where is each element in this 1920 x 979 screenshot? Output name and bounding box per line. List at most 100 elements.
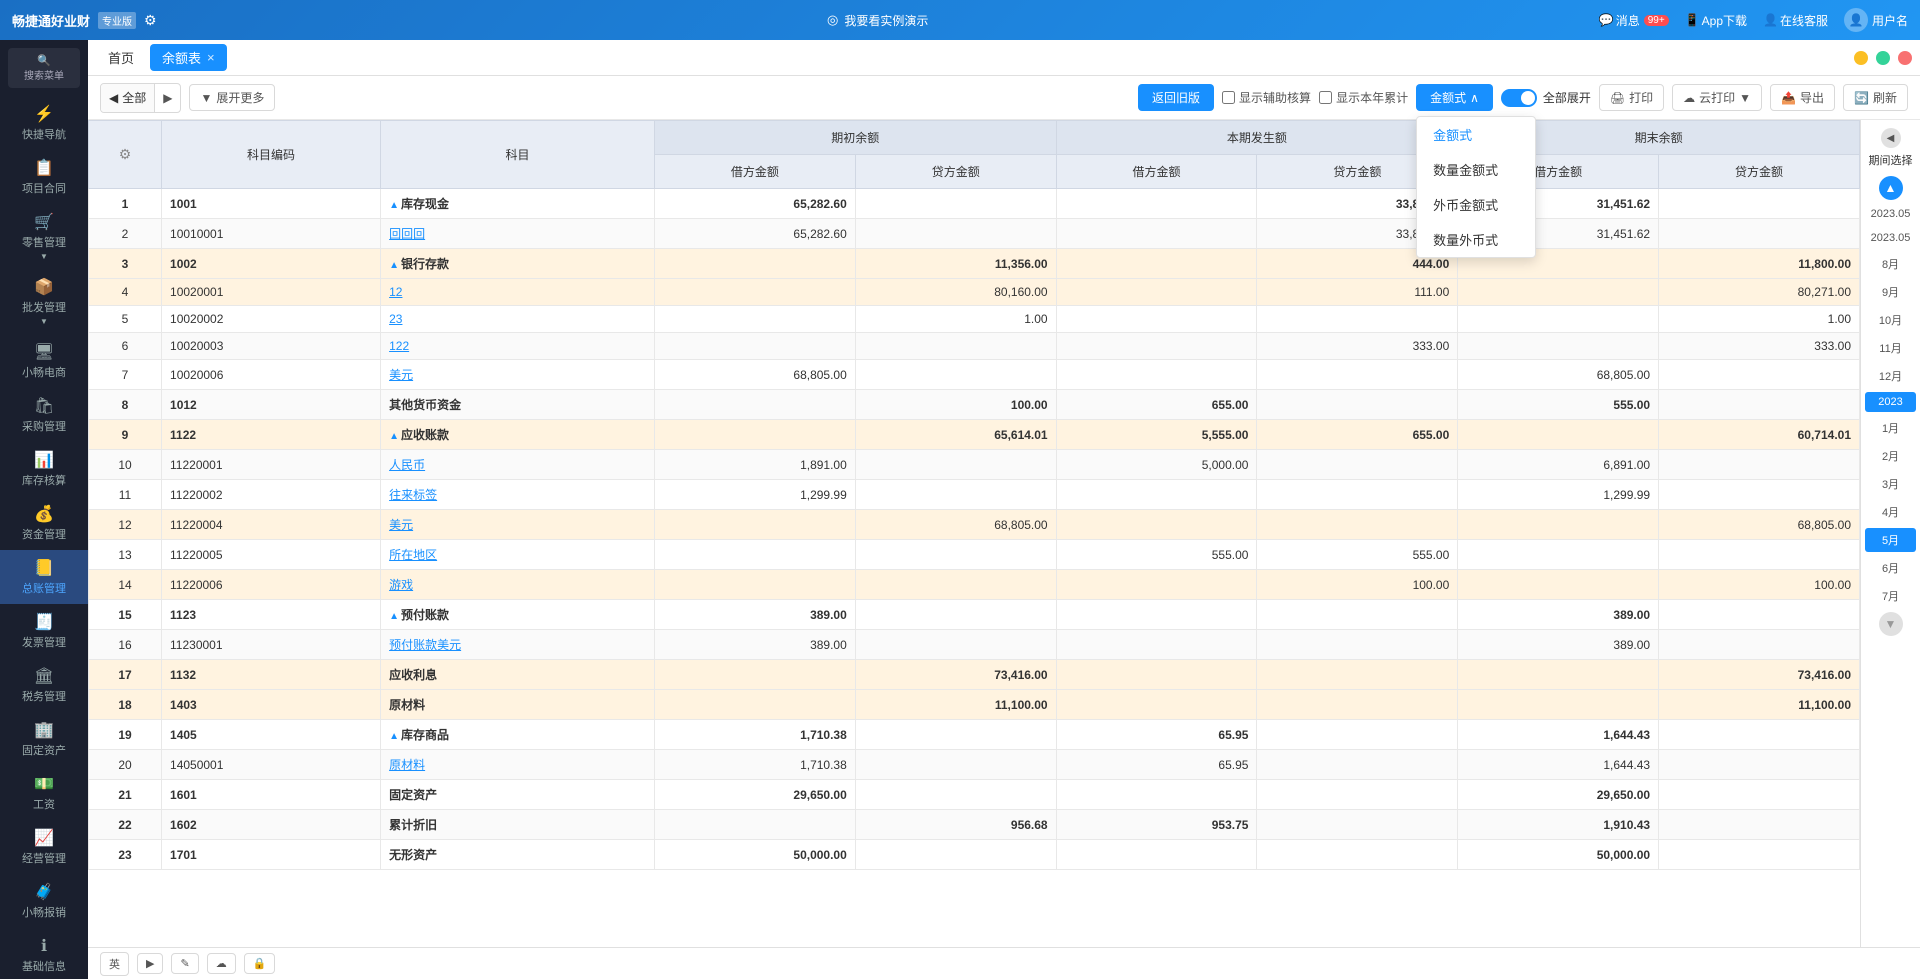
table-row[interactable]: 15 1123 ▲预付账款 389.00 389.00: [89, 600, 1860, 630]
table-row[interactable]: 21 1601 固定资产 29,650.00 29,650.00: [89, 780, 1860, 810]
bottom-cloud-button[interactable]: ☁: [207, 953, 236, 974]
expand-more-button[interactable]: ▼ 展开更多: [189, 84, 275, 111]
cell-name[interactable]: 应收利息: [381, 660, 655, 690]
sidebar-item-wholesale[interactable]: 📦 批发管理 ▼: [0, 269, 88, 334]
table-row[interactable]: 9 1122 ▲应收账款 65,614.01 5,555.00 655.00 6…: [89, 420, 1860, 450]
cloud-print-button[interactable]: ☁ 云打印 ▼: [1672, 84, 1762, 111]
sidebar-item-retail[interactable]: 🛒 零售管理 ▼: [0, 204, 88, 269]
cell-name[interactable]: 所在地区: [381, 540, 655, 570]
sidebar-search[interactable]: 🔍 搜索菜单: [8, 48, 80, 88]
table-row[interactable]: 14 11220006 游戏 100.00 100.00: [89, 570, 1860, 600]
cell-name[interactable]: 固定资产: [381, 780, 655, 810]
tab-balance-sheet[interactable]: 余额表 ×: [150, 44, 227, 71]
cell-name[interactable]: 回回回: [381, 219, 655, 249]
cell-name[interactable]: 23: [381, 306, 655, 333]
bottom-lang-button[interactable]: 英: [100, 952, 129, 976]
month-8[interactable]: 8月: [1865, 252, 1916, 276]
sidebar-item-quick-nav[interactable]: ⚡ 快捷导航: [0, 96, 88, 150]
table-row[interactable]: 11 11220002 往来标签 1,299.99 1,299.99: [89, 480, 1860, 510]
month-4[interactable]: 4月: [1865, 500, 1916, 524]
table-row[interactable]: 18 1403 原材料 11,100.00 11,100.00: [89, 690, 1860, 720]
sidebar-item-base-info[interactable]: ℹ 基础信息: [0, 928, 88, 979]
sidebar-item-tax[interactable]: 🏛 税务管理: [0, 658, 88, 712]
table-row[interactable]: 4 10020001 12 80,160.00 111.00 80,271.00: [89, 279, 1860, 306]
month-9[interactable]: 9月: [1865, 280, 1916, 304]
cell-name[interactable]: ▲银行存款: [381, 249, 655, 279]
table-row[interactable]: 12 11220004 美元 68,805.00 68,805.00: [89, 510, 1860, 540]
dropdown-item-qty-amount[interactable]: 数量金额式: [1417, 152, 1535, 187]
month-10[interactable]: 10月: [1865, 308, 1916, 332]
month-3[interactable]: 3月: [1865, 472, 1916, 496]
table-row[interactable]: 16 11230001 预付账款美元 389.00 389.00: [89, 630, 1860, 660]
sidebar-item-inventory[interactable]: 📊 库存核算: [0, 442, 88, 496]
cell-name[interactable]: 累计折旧: [381, 810, 655, 840]
right-panel-up-button[interactable]: ▲: [1879, 176, 1903, 200]
period-item-1[interactable]: 2023.05: [1865, 204, 1916, 224]
table-row[interactable]: 22 1602 累计折旧 956.68 953.75 1,910.43: [89, 810, 1860, 840]
sidebar-item-salary[interactable]: 💵 工资: [0, 766, 88, 820]
assist-checkbox-input[interactable]: [1222, 91, 1235, 104]
sidebar-item-fixed-assets[interactable]: 🏢 固定资产: [0, 712, 88, 766]
service-button[interactable]: 👤 在线客服: [1763, 12, 1828, 29]
cell-name[interactable]: 原材料: [381, 690, 655, 720]
right-panel-down-button[interactable]: ▼: [1879, 612, 1903, 636]
table-row[interactable]: 5 10020002 23 1.00 1.00: [89, 306, 1860, 333]
cell-name[interactable]: 往来标签: [381, 480, 655, 510]
mode-selector-button[interactable]: 金额式 ∧: [1416, 84, 1493, 111]
table-row[interactable]: 3 1002 ▲银行存款 11,356.00 444.00 11,800.00: [89, 249, 1860, 279]
table-row[interactable]: 8 1012 其他货币资金 100.00 655.00 555.00: [89, 390, 1860, 420]
table-row[interactable]: 1 1001 ▲库存现金 65,282.60 33,830.98 31,451.…: [89, 189, 1860, 219]
year-checkbox-input[interactable]: [1319, 91, 1332, 104]
search-right[interactable]: ▶: [155, 87, 180, 109]
month-5[interactable]: 5月: [1865, 528, 1916, 552]
dropdown-item-foreign-amount[interactable]: 外币金额式: [1417, 187, 1535, 222]
cell-name[interactable]: 游戏: [381, 570, 655, 600]
window-close-button[interactable]: [1898, 51, 1912, 65]
user-avatar[interactable]: 👤 用户名: [1844, 8, 1908, 32]
sidebar-item-ledger[interactable]: 📒 总账管理: [0, 550, 88, 604]
table-row[interactable]: 2 10010001 回回回 65,282.60 33,830.98 31,45…: [89, 219, 1860, 249]
cell-name[interactable]: 人民币: [381, 450, 655, 480]
return-old-version-button[interactable]: 返回旧版: [1138, 84, 1214, 111]
right-panel-collapse-button[interactable]: ◀: [1881, 128, 1901, 148]
table-row[interactable]: 19 1405 ▲库存商品 1,710.38 65.95 1,644.43: [89, 720, 1860, 750]
sidebar-item-expense[interactable]: 🧳 小畅报销: [0, 874, 88, 928]
bottom-lock-button[interactable]: 🔒: [244, 953, 276, 974]
toggle-switch[interactable]: [1501, 89, 1537, 107]
period-item-2[interactable]: 2023.05: [1865, 228, 1916, 248]
cell-name[interactable]: 无形资产: [381, 840, 655, 870]
cell-name[interactable]: 其他货币资金: [381, 390, 655, 420]
table-row[interactable]: 10 11220001 人民币 1,891.00 5,000.00 6,891.…: [89, 450, 1860, 480]
gear-icon[interactable]: ⚙: [144, 12, 157, 29]
demo-link[interactable]: 我要看实例演示: [844, 12, 928, 29]
tab-close-button[interactable]: ×: [207, 50, 215, 65]
year-2023[interactable]: 2023: [1865, 392, 1916, 412]
cell-name[interactable]: 美元: [381, 510, 655, 540]
table-row[interactable]: 23 1701 无形资产 50,000.00 50,000.00: [89, 840, 1860, 870]
cell-name[interactable]: ▲库存现金: [381, 189, 655, 219]
cell-name[interactable]: 122: [381, 333, 655, 360]
table-row[interactable]: 7 10020006 美元 68,805.00 68,805.00: [89, 360, 1860, 390]
cell-name[interactable]: 原材料: [381, 750, 655, 780]
print-button[interactable]: 🖨 打印: [1599, 84, 1664, 111]
table-row[interactable]: 20 14050001 原材料 1,710.38 65.95 1,644.43: [89, 750, 1860, 780]
cell-name[interactable]: ▲预付账款: [381, 600, 655, 630]
month-1[interactable]: 1月: [1865, 416, 1916, 440]
bottom-play-button[interactable]: ▶: [137, 953, 163, 974]
dropdown-item-qty-foreign[interactable]: 数量外币式: [1417, 222, 1535, 257]
month-11[interactable]: 11月: [1865, 336, 1916, 360]
table-settings-icon[interactable]: ⚙: [119, 146, 132, 162]
sidebar-item-project[interactable]: 📋 项目合同: [0, 150, 88, 204]
window-maximize-button[interactable]: [1876, 51, 1890, 65]
download-button[interactable]: 📱 App下载: [1685, 12, 1747, 29]
message-button[interactable]: 💬 消息 99+: [1599, 12, 1669, 29]
cell-name[interactable]: ▲库存商品: [381, 720, 655, 750]
cell-name[interactable]: 12: [381, 279, 655, 306]
table-row[interactable]: 17 1132 应收利息 73,416.00 73,416.00: [89, 660, 1860, 690]
dropdown-item-amount[interactable]: 金额式: [1417, 117, 1535, 152]
export-button[interactable]: 📤 导出: [1770, 84, 1835, 111]
table-row[interactable]: 6 10020003 122 333.00 333.00: [89, 333, 1860, 360]
month-12[interactable]: 12月: [1865, 364, 1916, 388]
month-6[interactable]: 6月: [1865, 556, 1916, 580]
sidebar-item-operations[interactable]: 📈 经营管理: [0, 820, 88, 874]
